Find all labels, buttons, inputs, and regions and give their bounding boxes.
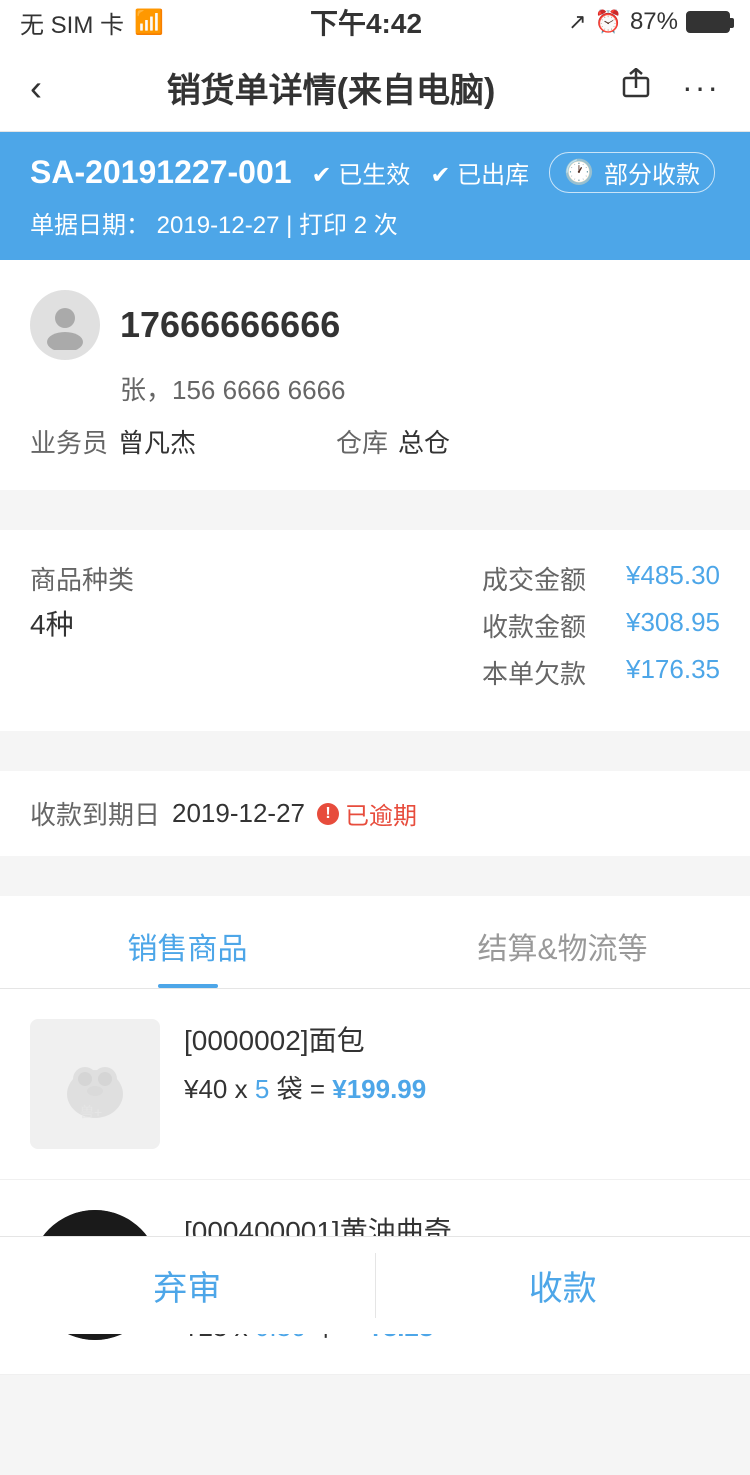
warehouse-label: 仓库 xyxy=(336,423,388,460)
tab-settlement[interactable]: 结算&物流等 xyxy=(375,896,750,988)
badge-dispatched: ✔ 已出库 xyxy=(430,155,529,190)
warehouse: 仓库 总仓 xyxy=(336,423,450,460)
customer-top: 17666666666 xyxy=(30,290,720,360)
product-type-label: 商品种类 xyxy=(30,560,134,597)
total-1: ¥199.99 xyxy=(332,1074,426,1104)
bottom-spacer xyxy=(0,1375,750,1475)
status-left: 无 SIM 卡 📶 xyxy=(20,5,164,40)
badge-activated: ✔ 已生效 xyxy=(312,155,411,190)
confirm-button[interactable]: 收款 xyxy=(376,1237,750,1334)
share-icon[interactable] xyxy=(620,68,652,107)
clock-icon: 🕐 xyxy=(564,158,594,187)
sales-person: 业务员 曾凡杰 xyxy=(30,423,196,460)
separator-3 xyxy=(0,856,750,876)
battery-percent: 87% xyxy=(630,8,678,36)
separator-2 xyxy=(0,731,750,751)
status-bar: 无 SIM 卡 📶 下午4:42 ↗ ⏰ 87% xyxy=(0,0,750,44)
received-value: ¥308.95 xyxy=(626,607,720,644)
battery-icon xyxy=(686,11,730,33)
owed-row: 本单欠款 ¥176.35 xyxy=(482,654,720,691)
customer-contact: 张，156 6666 6666 xyxy=(30,370,720,407)
tabs-row: 销售商品 结算&物流等 xyxy=(0,896,750,989)
product-thumbnail-1: 兽+ xyxy=(30,1019,160,1149)
print-label: | 打印 xyxy=(286,212,347,239)
order-id: SA-20191227-001 xyxy=(30,154,292,191)
tab-sales-products[interactable]: 销售商品 xyxy=(0,896,375,988)
qty-unit-1: 袋 xyxy=(277,1074,303,1104)
nav-actions: ··· xyxy=(620,68,720,107)
price-unit-1: ¥40 xyxy=(184,1074,227,1104)
nav-bar: ‹ 销货单详情(来自电脑) ··· xyxy=(0,44,750,132)
status-right: ↗ ⏰ 87% xyxy=(568,8,730,36)
bottom-bar: 弃审 收款 xyxy=(0,1236,750,1334)
date-label: 单据日期： xyxy=(30,212,150,239)
more-icon[interactable]: ··· xyxy=(682,69,720,106)
sales-person-label: 业务员 xyxy=(30,423,108,460)
overdue-icon: ! xyxy=(317,803,339,825)
print-suffix: 次 xyxy=(374,212,398,239)
warehouse-value: 总仓 xyxy=(398,423,450,460)
amount-label: 成交金额 xyxy=(482,560,586,597)
customer-meta: 业务员 曾凡杰 仓库 总仓 xyxy=(30,423,720,460)
header-band: SA-20191227-001 ✔ 已生效 ✔ 已出库 🕐 部分收款 单据日期：… xyxy=(0,132,750,260)
overdue-badge: ! 已逾期 xyxy=(317,796,417,831)
summary-right: 成交金额 ¥485.30 收款金额 ¥308.95 本单欠款 ¥176.35 xyxy=(482,560,720,701)
wifi-icon: 📶 xyxy=(134,8,164,37)
location-icon: ↗ xyxy=(568,9,586,35)
overdue-label: 已逾期 xyxy=(345,796,417,831)
badge-partial-payment: 🕐 部分收款 xyxy=(549,152,715,193)
product-info-1: [0000002]面包 ¥40 x 5 袋 = ¥199.99 xyxy=(184,1019,720,1106)
owed-value: ¥176.35 xyxy=(626,654,720,691)
avatar xyxy=(30,290,100,360)
due-date-section: 收款到期日 2019-12-27 ! 已逾期 xyxy=(0,771,750,856)
owed-label: 本单欠款 xyxy=(482,654,586,691)
product-name-1: [0000002]面包 xyxy=(184,1019,720,1059)
product-type-value: 4种 xyxy=(30,603,134,643)
date-value: 2019-12-27 xyxy=(157,212,280,239)
customer-section: 17666666666 张，156 6666 6666 业务员 曾凡杰 仓库 总… xyxy=(0,260,750,490)
received-row: 收款金额 ¥308.95 xyxy=(482,607,720,644)
cancel-button[interactable]: 弃审 xyxy=(0,1237,375,1334)
operator-1: x xyxy=(235,1074,255,1104)
carrier-text: 无 SIM 卡 xyxy=(20,5,124,40)
header-bottom-row: 单据日期： 2019-12-27 | 打印 2 次 xyxy=(30,205,720,240)
customer-phone: 17666666666 xyxy=(120,304,340,346)
header-top-row: SA-20191227-001 ✔ 已生效 ✔ 已出库 🕐 部分收款 xyxy=(30,152,720,193)
qty-1: 5 xyxy=(255,1074,269,1104)
separator-1 xyxy=(0,490,750,510)
amount-value: ¥485.30 xyxy=(626,560,720,597)
print-count: 2 xyxy=(354,212,367,239)
received-label: 收款金额 xyxy=(482,607,586,644)
amount-row: 成交金额 ¥485.30 xyxy=(482,560,720,597)
svg-text:兽+: 兽+ xyxy=(80,1104,102,1120)
alarm-icon: ⏰ xyxy=(595,9,622,35)
page-title: 销货单详情(来自电脑) xyxy=(167,63,496,112)
tabs-section: 销售商品 结算&物流等 xyxy=(0,896,750,989)
status-time: 下午4:42 xyxy=(310,2,422,42)
due-date-value: 2019-12-27 xyxy=(172,798,305,829)
back-button[interactable]: ‹ xyxy=(30,67,42,109)
sales-person-value: 曾凡杰 xyxy=(118,423,196,460)
list-item: 兽+ [0000002]面包 ¥40 x 5 袋 = ¥199.99 xyxy=(0,989,750,1180)
summary-left: 商品种类 4种 xyxy=(30,560,134,643)
equals-1: = xyxy=(310,1074,332,1104)
due-date-label: 收款到期日 xyxy=(30,795,160,832)
product-price-1: ¥40 x 5 袋 = ¥199.99 xyxy=(184,1069,720,1106)
summary-section: 商品种类 4种 成交金额 ¥485.30 收款金额 ¥308.95 本单欠款 ¥… xyxy=(0,530,750,731)
